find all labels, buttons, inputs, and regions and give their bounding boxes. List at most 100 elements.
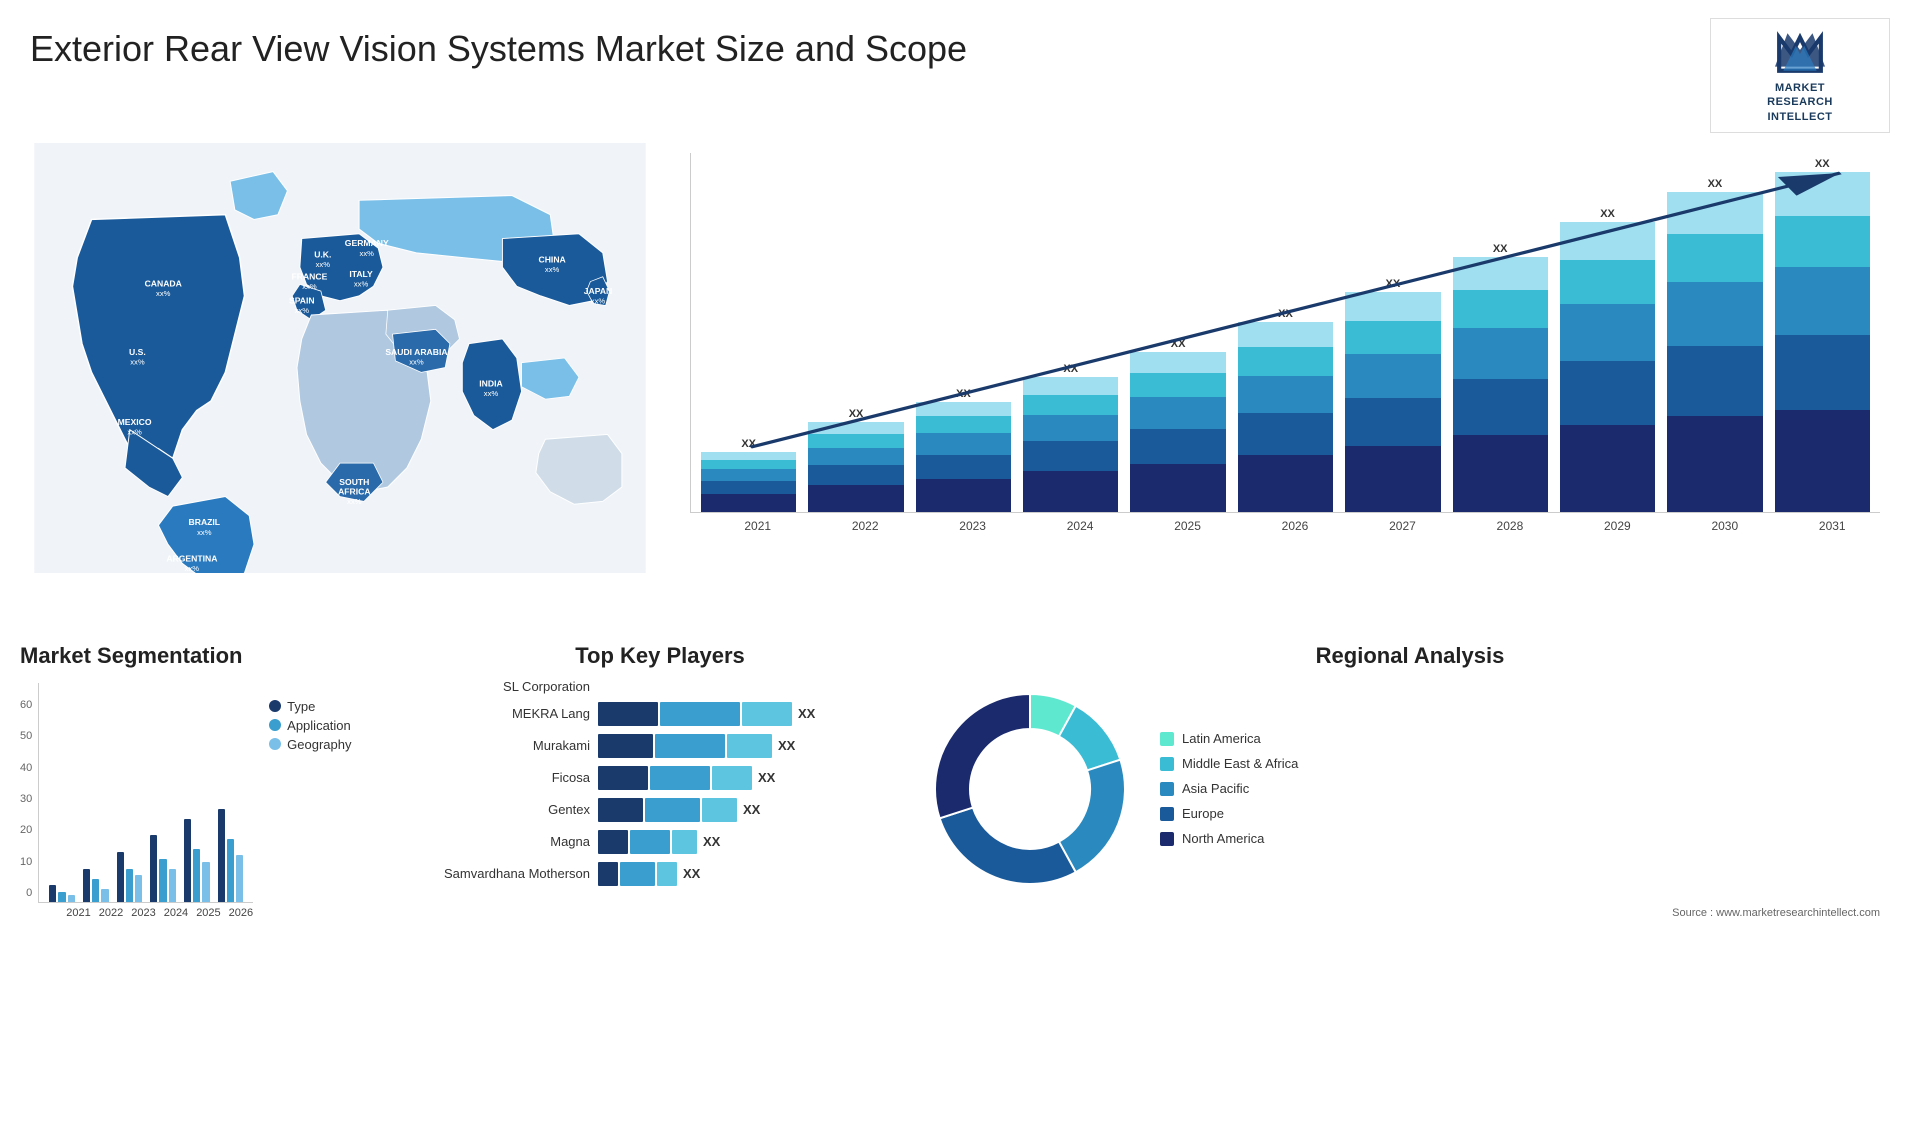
source-text: Source : www.marketresearchintellect.com <box>920 907 1900 919</box>
svg-text:xx%: xx% <box>127 427 142 436</box>
bar-seg <box>1560 361 1655 425</box>
bar-label-top: XX <box>1708 178 1723 190</box>
legend-dot <box>269 719 281 731</box>
player-bar-seg <box>742 702 792 726</box>
stacked-bar <box>1023 377 1118 512</box>
regional-section: Regional Analysis Latin America Middle Ea… <box>920 643 1900 919</box>
seg-bar-type <box>49 885 56 902</box>
seg-x-label: 2026 <box>229 907 253 919</box>
bar-label-top: XX <box>1815 158 1830 170</box>
player-bar-seg <box>598 862 618 886</box>
player-bar-seg <box>598 798 643 822</box>
donut-chart <box>920 679 1140 899</box>
bar-seg <box>1345 354 1440 398</box>
player-row: FicosaXX <box>420 766 900 790</box>
seg-bar-application <box>227 839 234 902</box>
svg-text:xx%: xx% <box>347 497 362 506</box>
bar-year-col: XX <box>1775 158 1870 512</box>
seg-x-label: 2021 <box>66 907 90 919</box>
bar-seg <box>1560 222 1655 260</box>
bar-seg <box>701 469 796 481</box>
regional-legend-item: North America <box>1160 831 1298 846</box>
player-name: Murakami <box>420 738 590 753</box>
bar-seg <box>1238 413 1333 455</box>
player-row: SL Corporation <box>420 679 900 694</box>
bar-seg <box>916 479 1011 512</box>
bar-x-label: 2028 <box>1462 519 1557 533</box>
bar-year-col: XX <box>808 408 903 512</box>
bar-label-top: XX <box>1171 338 1186 350</box>
stacked-bar <box>701 452 796 512</box>
bar-seg <box>808 434 903 448</box>
seg-bar-application <box>159 859 166 902</box>
player-name: MEKRA Lang <box>420 706 590 721</box>
bar-seg <box>1775 410 1870 512</box>
svg-text:xx%: xx% <box>197 528 212 537</box>
logo: MARKET RESEARCH INTELLECT <box>1710 18 1890 133</box>
seg-bar-application <box>58 892 65 902</box>
seg-x-label: 2022 <box>99 907 123 919</box>
svg-text:xx%: xx% <box>545 265 560 274</box>
regional-legend-item: Asia Pacific <box>1160 781 1298 796</box>
bar-seg <box>1775 172 1870 216</box>
bar-seg <box>1345 292 1440 321</box>
bar-seg <box>1023 395 1118 415</box>
bar-seg <box>1023 377 1118 395</box>
svg-text:ITALY: ITALY <box>349 269 373 279</box>
bar-seg <box>1023 471 1118 512</box>
player-row: MEKRA Lang XX <box>420 702 900 726</box>
seg-bar-geography <box>236 855 243 902</box>
svg-text:MEXICO: MEXICO <box>118 417 152 427</box>
bar-label-top: XX <box>1493 243 1508 255</box>
segmentation-title: Market Segmentation <box>20 643 400 669</box>
svg-text:xx%: xx% <box>156 289 171 298</box>
bar-label-top: XX <box>1600 208 1615 220</box>
seg-x-labels: 202120222023202420252026 <box>66 907 253 919</box>
player-bar-seg <box>598 734 653 758</box>
svg-text:CHINA: CHINA <box>539 254 566 264</box>
player-bar-seg <box>650 766 710 790</box>
bar-year-col: XX <box>1560 208 1655 512</box>
seg-bar-geography <box>68 895 75 902</box>
bar-seg <box>1775 267 1870 335</box>
player-bars: XX <box>598 862 900 886</box>
regional-title: Regional Analysis <box>920 643 1900 669</box>
bar-seg <box>1345 398 1440 446</box>
seg-year-group <box>218 809 244 902</box>
players-list: SL CorporationMEKRA LangXXMurakamiXXFico… <box>420 679 900 886</box>
bar-seg <box>1775 216 1870 267</box>
logo-text: MARKET RESEARCH INTELLECT <box>1767 81 1833 124</box>
bar-seg <box>916 433 1011 455</box>
bar-x-label: 2024 <box>1032 519 1127 533</box>
bar-seg <box>1453 328 1548 379</box>
bar-x-label: 2025 <box>1140 519 1235 533</box>
player-bars: XX <box>598 702 900 726</box>
bar-seg <box>1775 335 1870 410</box>
regional-legend-label: Middle East & Africa <box>1182 756 1298 771</box>
bar-x-label: 2021 <box>710 519 805 533</box>
seg-legend-item: Application <box>269 718 351 733</box>
segmentation-section: Market Segmentation 6050403020100 202120… <box>20 643 400 919</box>
regional-legend-color <box>1160 757 1174 771</box>
seg-bar-geography <box>101 889 108 902</box>
bar-seg <box>1560 304 1655 362</box>
bar-seg <box>1023 441 1118 471</box>
bar-seg <box>808 465 903 485</box>
seg-chart-area: 6050403020100 202120222023202420252026 <box>20 679 253 919</box>
player-row: MurakamiXX <box>420 734 900 758</box>
bar-label-top: XX <box>1385 278 1400 290</box>
bar-seg <box>1238 322 1333 347</box>
bar-year-col: XX <box>1667 178 1762 512</box>
bar-seg <box>1238 347 1333 376</box>
bar-seg <box>1130 397 1225 429</box>
regional-legend-color <box>1160 807 1174 821</box>
player-bar-seg <box>660 702 740 726</box>
bar-seg <box>1667 282 1762 346</box>
regional-legend-color <box>1160 782 1174 796</box>
player-bar-seg <box>655 734 725 758</box>
seg-bar-application <box>193 849 200 902</box>
regional-legend-label: Latin America <box>1182 731 1261 746</box>
svg-text:SOUTH: SOUTH <box>339 477 369 487</box>
regional-legend-label: North America <box>1182 831 1264 846</box>
regional-legend-color <box>1160 832 1174 846</box>
